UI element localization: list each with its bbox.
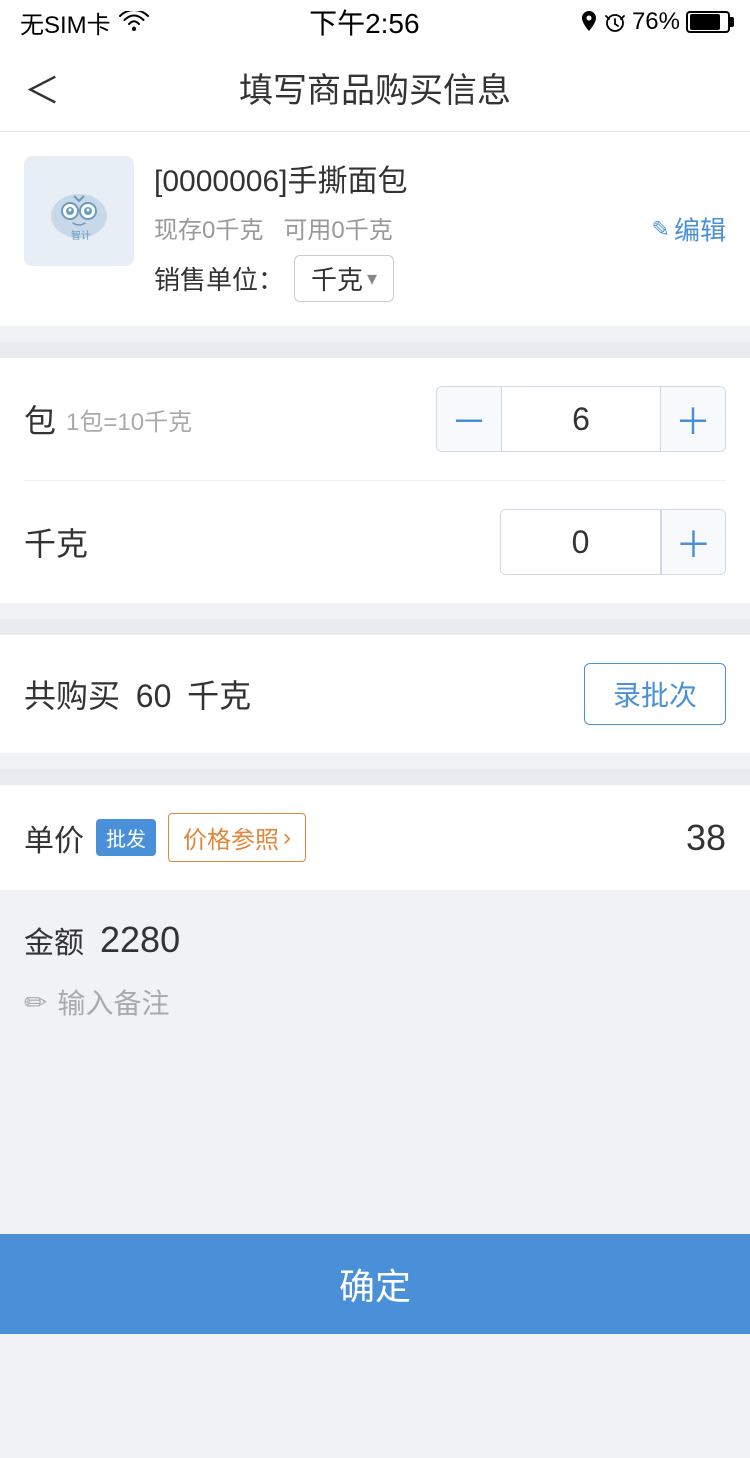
package-label: 包 [24,396,56,442]
section-divider-2 [0,619,750,635]
edit-icon: ✎ [652,216,670,242]
package-hint: 1包=10千克 [66,402,192,437]
edit-button[interactable]: ✎ 编辑 [652,211,726,248]
kg-input[interactable] [501,510,661,574]
confirm-button[interactable]: 确定 [0,1234,750,1334]
back-button[interactable]: ＜ [24,62,60,114]
notes-row[interactable]: ✏ 输入备注 [24,982,726,1022]
kg-stepper: ＋ [500,509,726,575]
quantity-input-section: 包 1包=10千克 － ＋ 千克 ＋ [0,358,750,603]
battery-percent: 76% [632,8,680,36]
page-title: 填写商品购买信息 [239,63,511,112]
total-label: 共购买 60 千克 [24,671,251,717]
location-icon [580,11,598,33]
product-stock: 现存0千克 可用0千克 [154,210,726,245]
kg-plus-button[interactable]: ＋ [661,510,725,574]
package-plus-button[interactable]: ＋ [661,387,725,451]
kg-row: 千克 ＋ [24,481,726,603]
alarm-icon [604,11,626,33]
product-card: 智计 [0000006]手撕面包 现存0千克 可用0千克 销售单位： 千克 ▾ … [0,132,750,326]
pencil-icon: ✏ [24,986,47,1019]
amount-value: 2280 [100,919,180,961]
product-image: 智计 [44,181,114,241]
nav-bar: ＜ 填写商品购买信息 [0,44,750,132]
price-label: 单价 [24,816,84,860]
total-row: 共购买 60 千克 录批次 [0,635,750,753]
confirm-button-label: 确定 [339,1258,411,1310]
package-label-group: 包 1包=10千克 [24,396,192,442]
amount-label: 金额 [24,918,84,962]
total-amount: 60 [136,678,172,714]
product-unit-row: 销售单位： 千克 ▾ [154,255,726,302]
package-minus-button[interactable]: － [437,387,501,451]
package-input[interactable] [501,387,661,451]
record-batch-button[interactable]: 录批次 [584,663,726,725]
status-right: 76% [580,8,730,36]
battery-icon [686,11,730,33]
batch-tag: 批发 [96,819,156,856]
status-time: 下午2:56 [309,2,420,42]
package-stepper: － ＋ [436,386,726,452]
amount-row: 金额 2280 [24,918,726,962]
status-bar: 无SIM卡 下午2:56 76% [0,0,750,44]
kg-label: 千克 [24,519,88,565]
notes-placeholder: 输入备注 [57,982,169,1022]
svg-text:智计: 智计 [71,229,91,241]
product-info: [0000006]手撕面包 现存0千克 可用0千克 销售单位： 千克 ▾ [154,156,726,302]
chevron-down-icon: ▾ [367,266,377,291]
section-divider-3 [0,769,750,785]
price-section: 单价 批发 价格参照 › 38 [0,785,750,890]
wifi-icon [119,11,149,33]
product-thumbnail: 智计 [24,156,134,266]
price-ref-button[interactable]: 价格参照 › [168,813,306,862]
section-divider-1 [0,342,750,358]
price-left: 单价 批发 价格参照 › [24,813,306,862]
unit-select[interactable]: 千克 ▾ [294,255,394,302]
package-row: 包 1包=10千克 － ＋ [24,358,726,481]
amount-section: 金额 2280 ✏ 输入备注 [0,890,750,1038]
product-name: [0000006]手撕面包 [154,156,726,200]
kg-label-group: 千克 [24,519,88,565]
carrier-text: 无SIM卡 [20,5,111,40]
price-value: 38 [686,817,726,859]
price-row: 单价 批发 价格参照 › 38 [24,813,726,862]
status-left: 无SIM卡 [20,5,149,40]
